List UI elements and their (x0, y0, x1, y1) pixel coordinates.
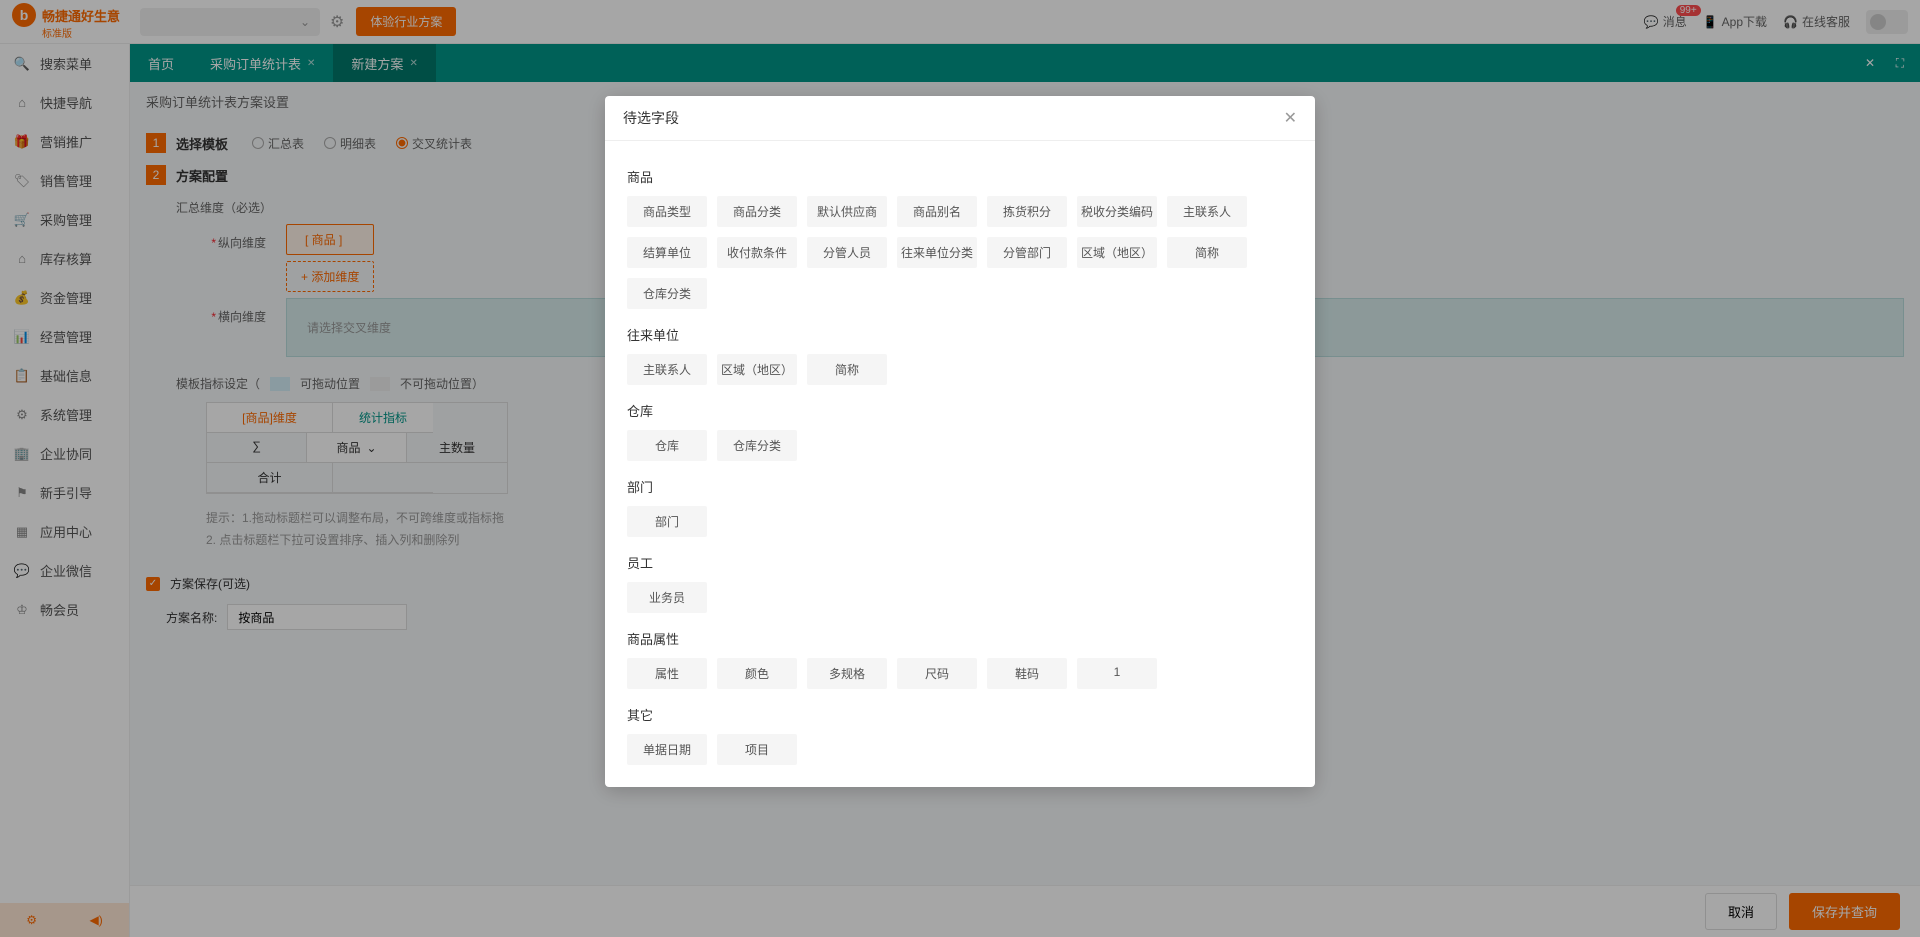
field-chip[interactable]: 1 (1077, 658, 1157, 689)
field-section-title-3: 部门 (627, 477, 1293, 496)
field-section-title-2: 仓库 (627, 401, 1293, 420)
field-chip[interactable]: 业务员 (627, 582, 707, 613)
field-chip[interactable]: 鞋码 (987, 658, 1067, 689)
field-chip-row-6: 单据日期项目 (627, 734, 1293, 765)
field-chip[interactable]: 税收分类编码 (1077, 196, 1157, 227)
field-chip[interactable]: 部门 (627, 506, 707, 537)
field-chip[interactable]: 仓库分类 (717, 430, 797, 461)
field-chip[interactable]: 商品分类 (717, 196, 797, 227)
field-chip[interactable]: 默认供应商 (807, 196, 887, 227)
field-chip[interactable]: 仓库 (627, 430, 707, 461)
field-chip[interactable]: 属性 (627, 658, 707, 689)
field-chip-row-2: 仓库仓库分类 (627, 430, 1293, 461)
field-chip[interactable]: 结算单位 (627, 237, 707, 268)
field-chip-row-3: 部门 (627, 506, 1293, 537)
close-icon[interactable]: ✕ (1284, 108, 1297, 128)
field-section-title-5: 商品属性 (627, 629, 1293, 648)
field-chip[interactable]: 区域（地区） (1077, 237, 1157, 268)
field-chip[interactable]: 项目 (717, 734, 797, 765)
field-section-title-1: 往来单位 (627, 325, 1293, 344)
modal-header: 待选字段 ✕ (605, 96, 1315, 141)
field-chip-row-1: 主联系人区域（地区） 简称 (627, 354, 1293, 385)
field-chip[interactable]: 单据日期 (627, 734, 707, 765)
field-chip[interactable]: 主联系人 (1167, 196, 1247, 227)
field-chip[interactable]: 收付款条件 (717, 237, 797, 268)
field-chip[interactable]: 区域（地区） (717, 354, 797, 385)
field-chip-row-5: 属性颜色多规格尺码鞋码 1 (627, 658, 1293, 689)
field-chip[interactable]: 仓库分类 (627, 278, 707, 309)
field-chip[interactable]: 多规格 (807, 658, 887, 689)
field-chip[interactable]: 尺码 (897, 658, 977, 689)
field-chip[interactable]: 拣货积分 (987, 196, 1067, 227)
modal-body: 商品商品类型商品分类默认供应商商品别名拣货积分税收分类编码主联系人结算单位收付款… (605, 141, 1315, 787)
field-chip-row-0: 商品类型商品分类默认供应商商品别名拣货积分税收分类编码主联系人结算单位收付款条件… (627, 196, 1293, 309)
field-chip[interactable]: 简称 (807, 354, 887, 385)
field-chip[interactable]: 主联系人 (627, 354, 707, 385)
field-chip[interactable]: 分管人员 (807, 237, 887, 268)
field-chip[interactable]: 往来单位分类 (897, 237, 977, 268)
field-selector-modal: 待选字段 ✕ 商品商品类型商品分类默认供应商商品别名拣货积分税收分类编码主联系人… (605, 96, 1315, 787)
field-section-title-0: 商品 (627, 167, 1293, 186)
field-section-title-6: 其它 (627, 705, 1293, 724)
field-chip[interactable]: 简称 (1167, 237, 1247, 268)
field-chip[interactable]: 颜色 (717, 658, 797, 689)
field-chip[interactable]: 分管部门 (987, 237, 1067, 268)
field-chip[interactable]: 商品别名 (897, 196, 977, 227)
field-chip[interactable]: 商品类型 (627, 196, 707, 227)
field-section-title-4: 员工 (627, 553, 1293, 572)
modal-title: 待选字段 (623, 108, 679, 128)
field-chip-row-4: 业务员 (627, 582, 1293, 613)
